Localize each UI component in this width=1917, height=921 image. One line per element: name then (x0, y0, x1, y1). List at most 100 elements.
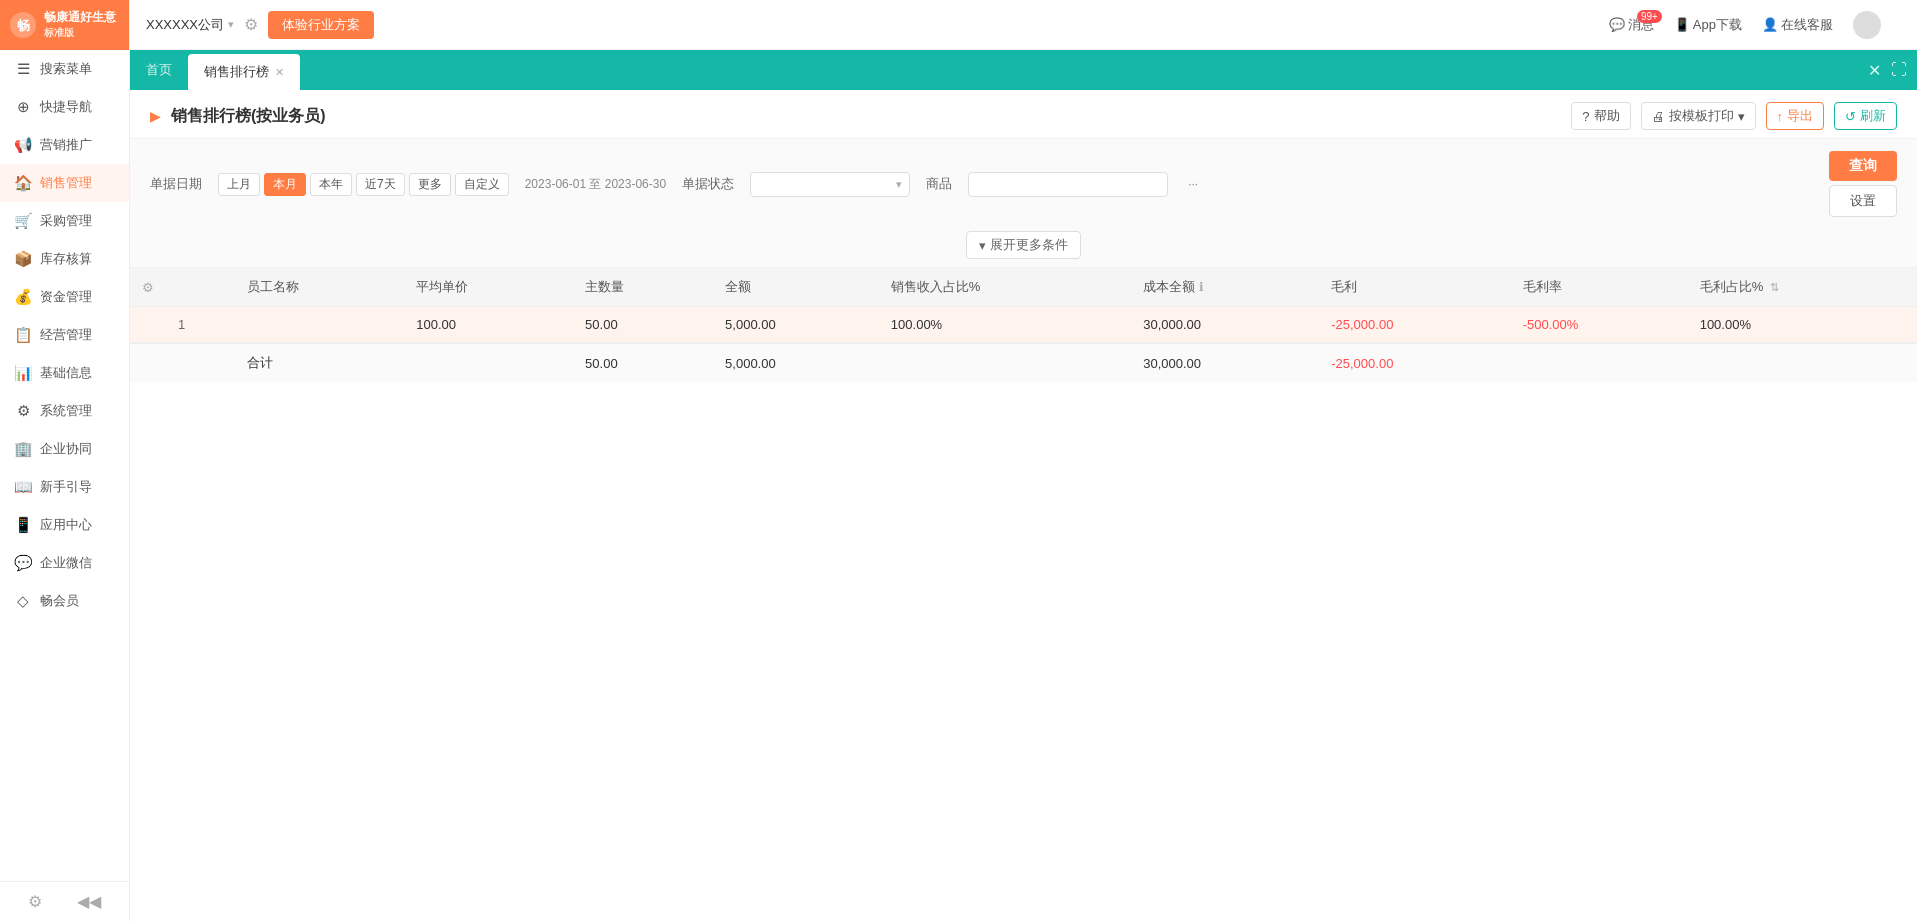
trial-button[interactable]: 体验行业方案 (268, 11, 374, 39)
date-buttons: 上月 本月 本年 近7天 更多 自定义 (218, 173, 509, 196)
expand-more-button[interactable]: ▾ 展开更多条件 (966, 231, 1081, 259)
sidebar-item-inventory[interactable]: 📦 库存核算 (0, 240, 129, 278)
help-button[interactable]: ? 帮助 (1571, 102, 1630, 130)
enterprise-icon: 🏢 (14, 440, 32, 458)
footer-total: 5,000.00 (713, 343, 879, 382)
sidebar-label-sales: 销售管理 (40, 174, 92, 192)
footer-avg-price (404, 343, 573, 382)
online-service-button[interactable]: 👤 在线客服 (1762, 16, 1833, 34)
wechat-icon: 💬 (14, 554, 32, 572)
sidebar-item-guide[interactable]: 📖 新手引导 (0, 468, 129, 506)
company-selector[interactable]: XXXXXX公司 ▾ (146, 16, 234, 34)
cell-sales-pct: 100.00% (879, 307, 1131, 344)
date-btn-more[interactable]: 更多 (409, 173, 451, 196)
status-select-wrapper (750, 172, 910, 197)
company-name: XXXXXX公司 (146, 16, 224, 34)
sidebar-item-member[interactable]: ◇ 畅会员 (0, 582, 129, 620)
footer-qty: 50.00 (573, 343, 713, 382)
sidebar-label-operations: 经营管理 (40, 326, 92, 344)
chevron-down-icon: ▾ (228, 18, 234, 31)
settings-button[interactable]: 设置 (1829, 185, 1897, 217)
main-area: XXXXXX公司 ▾ ⚙ 体验行业方案 💬 消息 99+ 📱 App下载 👤 在… (130, 0, 1917, 921)
sidebar-label-member: 畅会员 (40, 592, 79, 610)
app-download-button[interactable]: 📱 App下载 (1674, 16, 1742, 34)
sidebar-item-app-center[interactable]: 📱 应用中心 (0, 506, 129, 544)
cost-tip-icon[interactable]: ℹ (1199, 280, 1204, 294)
sidebar: 畅 畅康通好生意 标准版 ☰ 搜索菜单 ⊕ 快捷导航 📢 营销推广 🏠 销售管理… (0, 0, 130, 921)
sidebar-item-purchase[interactable]: 🛒 采购管理 (0, 202, 129, 240)
status-select[interactable] (750, 172, 910, 197)
refresh-label: 刷新 (1860, 107, 1886, 125)
user-avatar[interactable] (1853, 11, 1881, 39)
app-logo: 畅 畅康通好生意 标准版 (0, 0, 129, 50)
service-icon: 👤 (1762, 17, 1778, 32)
tab-sales-rank[interactable]: 销售排行榜 ✕ (188, 54, 300, 90)
sidebar-label-quick-nav: 快捷导航 (40, 98, 92, 116)
sidebar-item-basic-info[interactable]: 📊 基础信息 (0, 354, 129, 392)
marketing-icon: 📢 (14, 136, 32, 154)
sidebar-label-inventory: 库存核算 (40, 250, 92, 268)
tab-expand-icon[interactable]: ⛶ (1891, 61, 1907, 79)
col-rank (166, 268, 235, 307)
tab-close-all-icon[interactable]: ✕ (1868, 61, 1881, 80)
sidebar-item-marketing[interactable]: 📢 营销推广 (0, 126, 129, 164)
refresh-icon: ↺ (1845, 109, 1856, 124)
cell-gross-pct: 100.00% (1688, 307, 1917, 344)
sidebar-collapse-icon[interactable]: ◀◀ (77, 892, 101, 911)
settings-gear-icon[interactable]: ⚙ (244, 15, 258, 34)
logo-icon: 畅 (8, 10, 38, 40)
sidebar-item-search[interactable]: ☰ 搜索菜单 (0, 50, 129, 88)
col-name: 员工名称 (235, 268, 404, 307)
app-icon: 📱 (1674, 17, 1690, 32)
refresh-button[interactable]: ↺ 刷新 (1834, 102, 1897, 130)
basic-info-icon: 📊 (14, 364, 32, 382)
sidebar-item-wechat[interactable]: 💬 企业微信 (0, 544, 129, 582)
page-content: ▶ 销售排行榜(按业务员) ? 帮助 🖨 按模板打印 ▾ ↑ 导出 ↺ (130, 90, 1917, 921)
sidebar-label-wechat: 企业微信 (40, 554, 92, 572)
col-qty: 主数量 (573, 268, 713, 307)
cell-total: 5,000.00 (713, 307, 879, 344)
sidebar-item-operations[interactable]: 📋 经营管理 (0, 316, 129, 354)
date-btn-this-year[interactable]: 本年 (310, 173, 352, 196)
goods-input[interactable] (968, 172, 1168, 197)
home-tab-label: 首页 (146, 61, 172, 79)
tab-bar-right: ✕ ⛶ (1868, 61, 1917, 80)
tab-close-icon[interactable]: ✕ (275, 66, 284, 79)
query-button[interactable]: 查询 (1829, 151, 1897, 181)
gross-pct-sort-icon[interactable]: ⇅ (1770, 281, 1779, 293)
message-icon: 💬 (1609, 17, 1625, 32)
export-button[interactable]: ↑ 导出 (1766, 102, 1825, 130)
sidebar-label-basic-info: 基础信息 (40, 364, 92, 382)
col-sales-pct: 销售收入占比% (879, 268, 1131, 307)
footer-gross-rate (1511, 343, 1688, 382)
goods-label: 商品 (926, 175, 952, 193)
sidebar-label-search: 搜索菜单 (40, 60, 92, 78)
goods-more-icon[interactable]: ··· (1188, 177, 1198, 191)
sales-rank-tab-label: 销售排行榜 (204, 63, 269, 81)
table-area: ⚙ 员工名称 平均单价 主数量 全额 销售收入占比% 成本全额 ℹ 毛利 毛利率 (130, 268, 1917, 921)
cell-rank: 1 (166, 307, 235, 344)
date-btn-this-month[interactable]: 本月 (264, 173, 306, 196)
sidebar-item-system[interactable]: ⚙ 系统管理 (0, 392, 129, 430)
sidebar-item-enterprise[interactable]: 🏢 企业协同 (0, 430, 129, 468)
col-settings[interactable]: ⚙ (130, 268, 166, 307)
sidebar-nav: ☰ 搜索菜单 ⊕ 快捷导航 📢 营销推广 🏠 销售管理 🛒 采购管理 📦 库存核… (0, 50, 129, 881)
print-button[interactable]: 🖨 按模板打印 ▾ (1641, 102, 1756, 130)
svg-text:畅: 畅 (17, 18, 30, 33)
collapse-arrow-icon[interactable]: ▶ (150, 108, 161, 124)
print-label: 按模板打印 (1669, 107, 1734, 125)
page-actions: ? 帮助 🖨 按模板打印 ▾ ↑ 导出 ↺ 刷新 (1571, 102, 1897, 130)
date-btn-custom[interactable]: 自定义 (455, 173, 509, 196)
cell-name (235, 307, 404, 344)
sidebar-item-finance[interactable]: 💰 资金管理 (0, 278, 129, 316)
sidebar-item-quick-nav[interactable]: ⊕ 快捷导航 (0, 88, 129, 126)
sales-table: ⚙ 员工名称 平均单价 主数量 全额 销售收入占比% 成本全额 ℹ 毛利 毛利率 (130, 268, 1917, 382)
tab-home[interactable]: 首页 (130, 50, 188, 90)
sidebar-settings-icon[interactable]: ⚙ (28, 892, 42, 911)
sidebar-item-sales[interactable]: 🏠 销售管理 (0, 164, 129, 202)
filter-area: 单据日期 上月 本月 本年 近7天 更多 自定义 2023-06-01 至 20… (130, 139, 1917, 268)
date-btn-last-month[interactable]: 上月 (218, 173, 260, 196)
date-btn-7days[interactable]: 近7天 (356, 173, 405, 196)
cell-cost: 30,000.00 (1131, 307, 1319, 344)
message-button[interactable]: 💬 消息 99+ (1609, 16, 1654, 34)
